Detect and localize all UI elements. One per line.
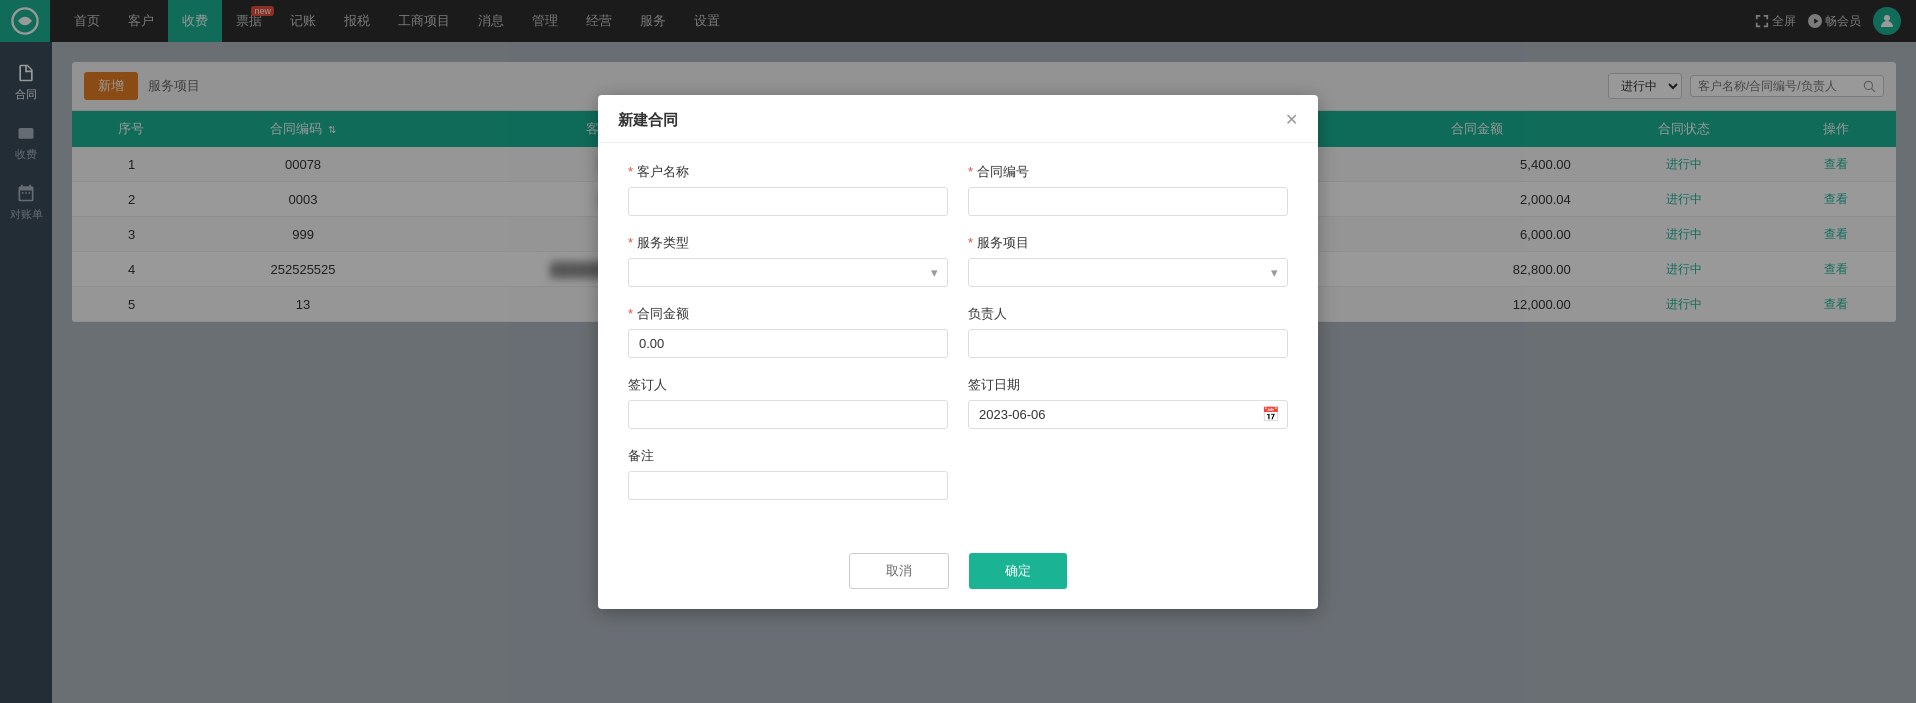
dialog-header: 新建合同 ✕ xyxy=(598,95,1318,143)
service-type-select[interactable] xyxy=(628,258,948,287)
contract-amount-label: 合同金额 xyxy=(628,305,948,323)
contract-amount-group: 合同金额 xyxy=(628,305,948,358)
contract-code-group: 合同编号 xyxy=(968,163,1288,216)
sign-date-input[interactable] xyxy=(969,401,1254,428)
modal-overlay: 新建合同 ✕ 客户名称 合同编号 服务类型 xyxy=(0,0,1916,703)
form-row-1: 客户名称 合同编号 xyxy=(628,163,1288,216)
responsible-input[interactable] xyxy=(968,329,1288,358)
dialog-footer: 取消 确定 xyxy=(598,538,1318,609)
dialog-body: 客户名称 合同编号 服务类型 xyxy=(598,143,1318,538)
customer-name-group: 客户名称 xyxy=(628,163,948,216)
form-row-4: 签订人 签订日期 📅 xyxy=(628,376,1288,429)
signer-group: 签订人 xyxy=(628,376,948,429)
new-contract-dialog: 新建合同 ✕ 客户名称 合同编号 服务类型 xyxy=(598,95,1318,609)
form-row-5: 备注 xyxy=(628,447,1288,500)
sign-date-label: 签订日期 xyxy=(968,376,1288,394)
responsible-group: 负责人 xyxy=(968,305,1288,358)
service-type-group: 服务类型 xyxy=(628,234,948,287)
customer-name-label: 客户名称 xyxy=(628,163,948,181)
service-item-label: 服务项目 xyxy=(968,234,1288,252)
calendar-icon[interactable]: 📅 xyxy=(1254,406,1287,422)
dialog-title: 新建合同 xyxy=(618,111,678,130)
dialog-close-button[interactable]: ✕ xyxy=(1285,112,1298,128)
signer-label: 签订人 xyxy=(628,376,948,394)
sign-date-group: 签订日期 📅 xyxy=(968,376,1288,429)
remark-input[interactable] xyxy=(628,471,948,500)
signer-input[interactable] xyxy=(628,400,948,429)
service-item-select-wrap xyxy=(968,258,1288,287)
form-row-3: 合同金额 负责人 xyxy=(628,305,1288,358)
cancel-button[interactable]: 取消 xyxy=(849,553,949,589)
contract-amount-input[interactable] xyxy=(628,329,948,358)
contract-code-label: 合同编号 xyxy=(968,163,1288,181)
service-type-select-wrap xyxy=(628,258,948,287)
service-item-group: 服务项目 xyxy=(968,234,1288,287)
customer-name-input[interactable] xyxy=(628,187,948,216)
remark-label: 备注 xyxy=(628,447,948,465)
confirm-button[interactable]: 确定 xyxy=(969,553,1067,589)
service-type-label: 服务类型 xyxy=(628,234,948,252)
remark-group: 备注 xyxy=(628,447,948,500)
service-item-select[interactable] xyxy=(968,258,1288,287)
responsible-label: 负责人 xyxy=(968,305,1288,323)
form-row-2: 服务类型 服务项目 xyxy=(628,234,1288,287)
sign-date-picker: 📅 xyxy=(968,400,1288,429)
contract-code-input[interactable] xyxy=(968,187,1288,216)
